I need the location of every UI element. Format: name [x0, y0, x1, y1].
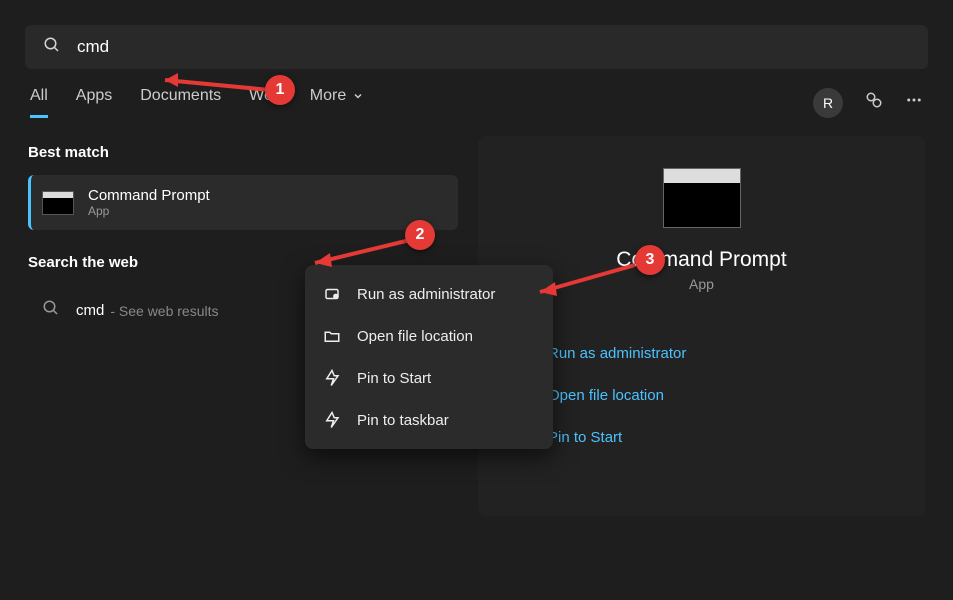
tab-more[interactable]: More: [310, 87, 364, 118]
tab-more-label: More: [310, 87, 346, 105]
context-pin-start[interactable]: Pin to Start: [305, 357, 553, 399]
user-avatar[interactable]: R: [813, 88, 843, 118]
annotation-arrow: [150, 70, 280, 100]
search-bar[interactable]: [25, 25, 928, 69]
best-match-result[interactable]: Command Prompt App: [28, 175, 458, 230]
chat-icon[interactable]: [865, 91, 883, 114]
context-menu: Run as administrator Open file location …: [305, 265, 553, 449]
action-pin-start[interactable]: Pin to Start: [498, 416, 905, 458]
web-query: cmd: [76, 302, 104, 319]
context-run-admin[interactable]: Run as administrator: [305, 273, 553, 315]
search-tabs: All Apps Documents Web More R: [0, 69, 953, 118]
action-open-location[interactable]: Open file location: [498, 374, 905, 416]
search-icon: [43, 36, 61, 59]
user-initial: R: [823, 95, 833, 111]
annotation-1: 1: [265, 75, 295, 105]
shield-icon: [323, 285, 341, 303]
pin-icon: [323, 411, 341, 429]
annotation-2: 2: [405, 220, 435, 250]
context-label: Pin to Start: [357, 370, 431, 387]
tab-apps[interactable]: Apps: [76, 87, 112, 118]
context-open-location[interactable]: Open file location: [305, 315, 553, 357]
folder-icon: [323, 327, 341, 345]
action-run-admin[interactable]: Run as administrator: [498, 332, 905, 374]
pin-icon: [323, 369, 341, 387]
search-icon: [42, 299, 60, 322]
annotation-arrow: [300, 235, 420, 275]
action-label: Pin to Start: [548, 429, 622, 446]
tab-all[interactable]: All: [30, 87, 48, 118]
action-label: Open file location: [548, 387, 664, 404]
result-subtitle: App: [88, 204, 210, 218]
context-label: Pin to taskbar: [357, 412, 449, 429]
result-title: Command Prompt: [88, 187, 210, 204]
more-options-icon[interactable]: [905, 91, 923, 114]
context-label: Run as administrator: [357, 286, 495, 303]
best-match-heading: Best match: [28, 144, 458, 161]
search-input[interactable]: [77, 37, 910, 57]
web-hint: - See web results: [110, 303, 218, 319]
action-label: Run as administrator: [548, 345, 686, 362]
context-pin-taskbar[interactable]: Pin to taskbar: [305, 399, 553, 441]
annotation-3: 3: [635, 245, 665, 275]
chevron-down-icon: [352, 90, 364, 102]
command-prompt-icon: [663, 168, 741, 228]
annotation-arrow: [525, 260, 645, 300]
command-prompt-icon: [42, 191, 74, 215]
context-label: Open file location: [357, 328, 473, 345]
